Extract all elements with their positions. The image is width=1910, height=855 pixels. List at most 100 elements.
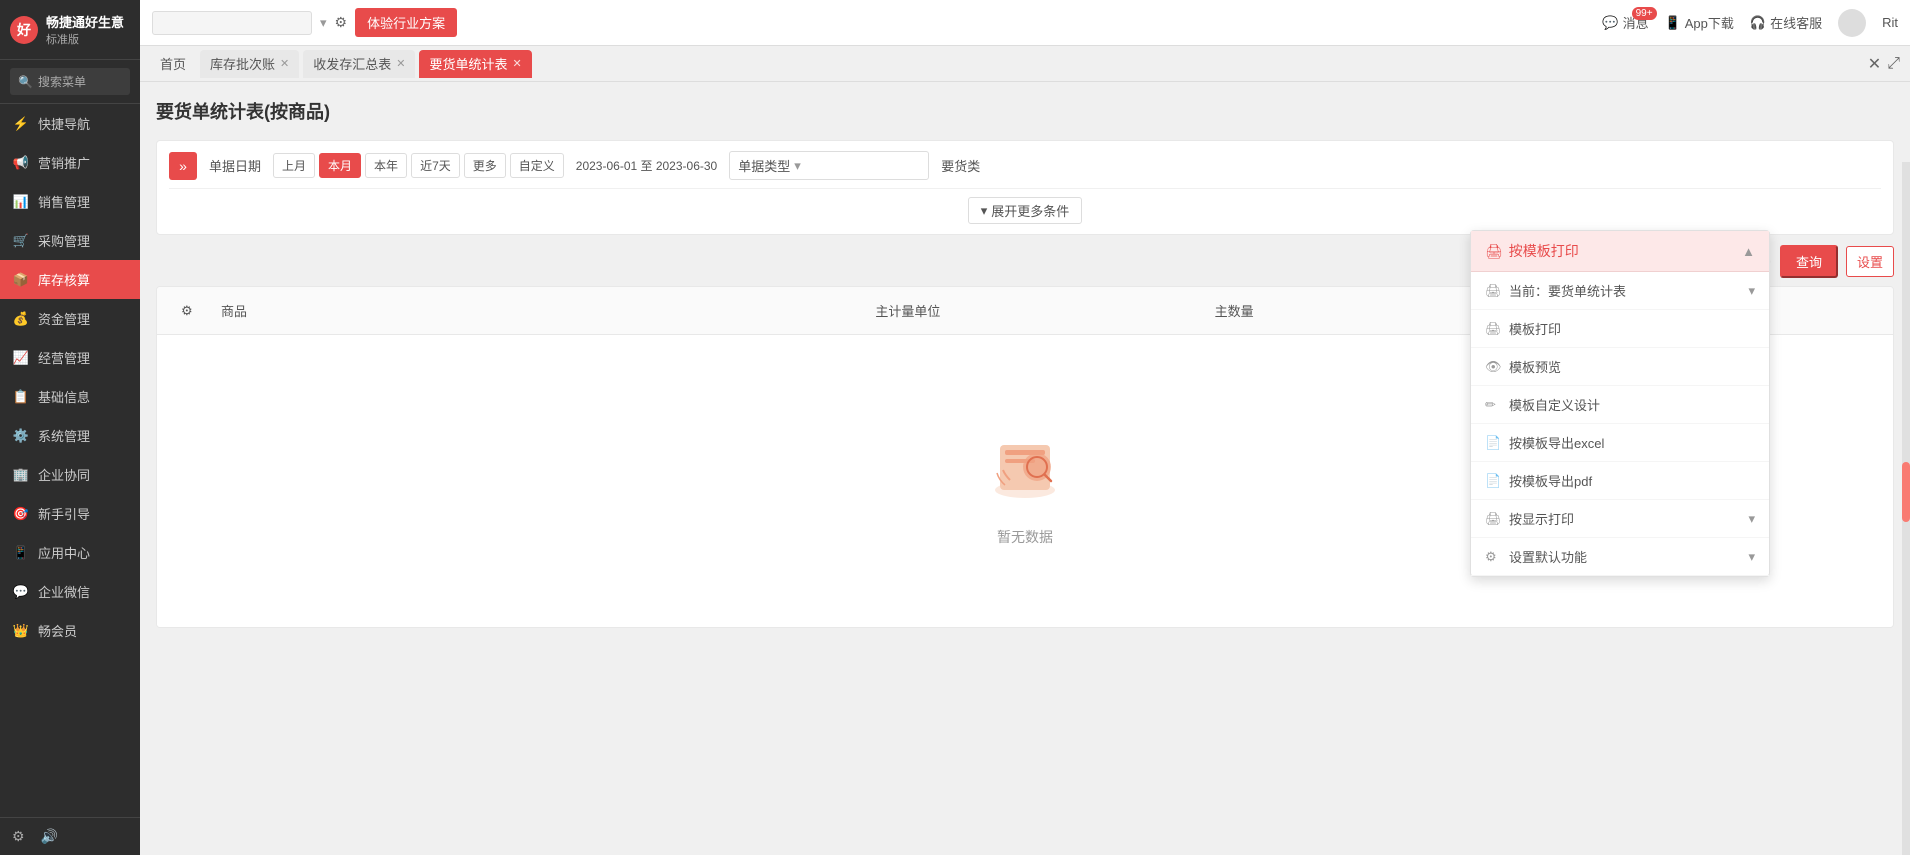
sidebar-item-system[interactable]: ⚙️ 系统管理 (0, 416, 140, 455)
sidebar-item-wecom[interactable]: 💬 企业微信 (0, 572, 140, 611)
dropdown-current-template[interactable]: 🖨 当前：要货单统计表 ▾ (1471, 272, 1769, 310)
set-default-arrow: ▾ (1748, 549, 1755, 565)
window-close-btn[interactable]: ✕ (1868, 54, 1881, 74)
dropdown-template-export-pdf[interactable]: 📄 按模板导出pdf (1471, 462, 1769, 500)
topbar-gear-icon[interactable]: ⚙ (335, 14, 348, 31)
enterprise-icon: 🏢 (12, 466, 30, 484)
sidebar-search-button[interactable]: 🔍 搜索菜单 (10, 68, 130, 95)
filter-expand-icon[interactable]: » (169, 152, 197, 180)
dropdown-template-design[interactable]: ✏ 模板自定义设计 (1471, 386, 1769, 424)
dropdown-template-print[interactable]: 🖨 模板打印 (1471, 310, 1769, 348)
sidebar-footer: ⚙ 🔊 (0, 817, 140, 855)
sidebar: 好 畅捷通好生意 标准版 🔍 搜索菜单 ⚡ 快捷导航 📢 营销推广 📊 销售管理… (0, 0, 140, 855)
template-print-icon: 🖨 (1485, 321, 1501, 337)
wecom-icon: 💬 (12, 583, 30, 601)
speaker-footer-icon[interactable]: 🔊 (41, 828, 58, 845)
page-title: 要货单统计表(按商品) (156, 98, 1894, 124)
sidebar-item-purchase[interactable]: 🛒 采购管理 (0, 221, 140, 260)
dropdown-template-export-excel[interactable]: 📄 按模板导出excel (1471, 424, 1769, 462)
tab-order-stats[interactable]: 要货单统计表 ✕ (419, 50, 531, 78)
topbar-chevron-icon[interactable]: ▾ (320, 15, 327, 31)
sidebar-nav: ⚡ 快捷导航 📢 营销推广 📊 销售管理 🛒 采购管理 📦 库存核算 💰 资金管… (0, 104, 140, 817)
sidebar-item-inventory[interactable]: 📦 库存核算 (0, 260, 140, 299)
dropdown-display-print[interactable]: 🖨 按显示打印 ▾ (1471, 500, 1769, 538)
sidebar-search-area: 🔍 搜索菜单 (0, 60, 140, 104)
sidebar-item-sales[interactable]: 📊 销售管理 (0, 182, 140, 221)
trial-btn[interactable]: 体验行业方案 (355, 8, 457, 37)
query-btn[interactable]: 查询 (1780, 245, 1838, 278)
print-header-icon: 🖨 (1485, 243, 1503, 260)
basic-icon: 📋 (12, 388, 30, 406)
export-pdf-icon: 📄 (1485, 473, 1501, 489)
online-service-btn[interactable]: 🎧 在线客服 (1750, 13, 1822, 32)
sidebar-item-quick-nav[interactable]: ⚡ 快捷导航 (0, 104, 140, 143)
tab-close-order-stats[interactable]: ✕ (513, 57, 522, 70)
expand-more-btn[interactable]: ▾ 展开更多条件 (968, 197, 1083, 224)
topbar-right: 💬 消息 99+ 📱 App下载 🎧 在线客服 Rit (1602, 9, 1898, 37)
member-icon: 👑 (12, 622, 30, 640)
dropdown-header: 🖨 按模板打印 ▲ (1471, 231, 1769, 272)
app-download-btn[interactable]: 📱 App下载 (1665, 13, 1734, 32)
print-dropdown: 🖨 按模板打印 ▲ 🖨 当前：要货单统计表 ▾ 🖨 模板打印 👁 模板预览 ✏ (1470, 230, 1770, 577)
sidebar-item-operation[interactable]: 📈 经营管理 (0, 338, 140, 377)
app-center-icon: 📱 (12, 544, 30, 562)
right-scrollbar[interactable] (1902, 162, 1910, 855)
sidebar-item-app-center[interactable]: 📱 应用中心 (0, 533, 140, 572)
th-product: 商品 (209, 295, 863, 326)
sidebar-item-basic[interactable]: 📋 基础信息 (0, 377, 140, 416)
display-print-icon: 🖨 (1485, 511, 1501, 527)
notification-badge: 99+ (1632, 7, 1657, 20)
tab-home[interactable]: 首页 (150, 50, 196, 77)
app-logo-text: 畅捷通好生意 标准版 (46, 12, 124, 47)
quick-nav-icon: ⚡ (12, 115, 30, 133)
topbar: ▾ ⚙ 体验行业方案 💬 消息 99+ 📱 App下载 🎧 在线客服 Rit (140, 0, 1910, 46)
th-unit: 主计量单位 (863, 295, 1202, 326)
template-preview-icon: 👁 (1485, 359, 1501, 375)
type-filter-select[interactable]: 单据类型 ▾ (729, 151, 929, 180)
purchase-icon: 🛒 (12, 232, 30, 250)
sidebar-item-member[interactable]: 👑 畅会员 (0, 611, 140, 650)
sidebar-item-marketing[interactable]: 📢 营销推广 (0, 143, 140, 182)
yaohuotype-label: 要货类 (941, 156, 980, 175)
search-icon: 🔍 (18, 75, 33, 89)
settings-btn[interactable]: 设置 (1846, 246, 1894, 277)
date-btn-last-month[interactable]: 上月 (273, 153, 315, 178)
date-btn-this-month[interactable]: 本月 (319, 153, 361, 178)
dropdown-set-default[interactable]: ⚙ 设置默认功能 ▾ (1471, 538, 1769, 576)
date-filter-label: 单据日期 (209, 156, 261, 175)
window-buttons: ✕ ⤢ (1868, 54, 1900, 74)
date-btn-7days[interactable]: 近7天 (411, 153, 460, 178)
window-maximize-btn[interactable]: ⤢ (1887, 55, 1900, 73)
scrollbar-thumb[interactable] (1902, 462, 1910, 522)
inventory-icon: 📦 (12, 271, 30, 289)
content-area: 要货单统计表(按商品) » 单据日期 上月 本月 本年 近7天 更多 自定义 2… (140, 82, 1910, 855)
date-btn-more[interactable]: 更多 (464, 153, 506, 178)
system-icon: ⚙️ (12, 427, 30, 445)
finance-icon: 💰 (12, 310, 30, 328)
dropdown-template-preview[interactable]: 👁 模板预览 (1471, 348, 1769, 386)
tabbar: 首页 库存批次账 ✕ 收发存汇总表 ✕ 要货单统计表 ✕ ✕ ⤢ (140, 46, 1910, 82)
notification-btn[interactable]: 💬 消息 99+ (1602, 13, 1648, 32)
tab-close-receipt-summary[interactable]: ✕ (396, 57, 405, 70)
sidebar-logo: 好 畅捷通好生意 标准版 (0, 0, 140, 60)
current-template-icon: 🖨 (1485, 283, 1501, 299)
tab-close-inventory-batch[interactable]: ✕ (280, 57, 289, 70)
app-version: 标准版 (46, 31, 124, 47)
date-btn-custom[interactable]: 自定义 (510, 153, 564, 178)
dropdown-header-left: 🖨 按模板打印 (1485, 241, 1579, 261)
tab-inventory-batch[interactable]: 库存批次账 ✕ (200, 50, 299, 78)
sidebar-item-finance[interactable]: 💰 资金管理 (0, 299, 140, 338)
sidebar-item-guide[interactable]: 🎯 新手引导 (0, 494, 140, 533)
sidebar-item-enterprise[interactable]: 🏢 企业协同 (0, 455, 140, 494)
filter-expand-row: ▾ 展开更多条件 (169, 188, 1881, 224)
user-avatar[interactable] (1838, 9, 1866, 37)
date-range-display: 2023-06-01 至 2023-06-30 (576, 157, 717, 174)
tab-receipt-summary[interactable]: 收发存汇总表 ✕ (303, 50, 415, 78)
topbar-search-input[interactable] (152, 11, 312, 35)
dropdown-collapse-btn[interactable]: ▲ (1742, 244, 1755, 259)
marketing-icon: 📢 (12, 154, 30, 172)
settings-footer-icon[interactable]: ⚙ (12, 828, 25, 845)
date-btn-this-year[interactable]: 本年 (365, 153, 407, 178)
username-label[interactable]: Rit (1882, 15, 1898, 30)
current-template-arrow: ▾ (1748, 283, 1755, 299)
